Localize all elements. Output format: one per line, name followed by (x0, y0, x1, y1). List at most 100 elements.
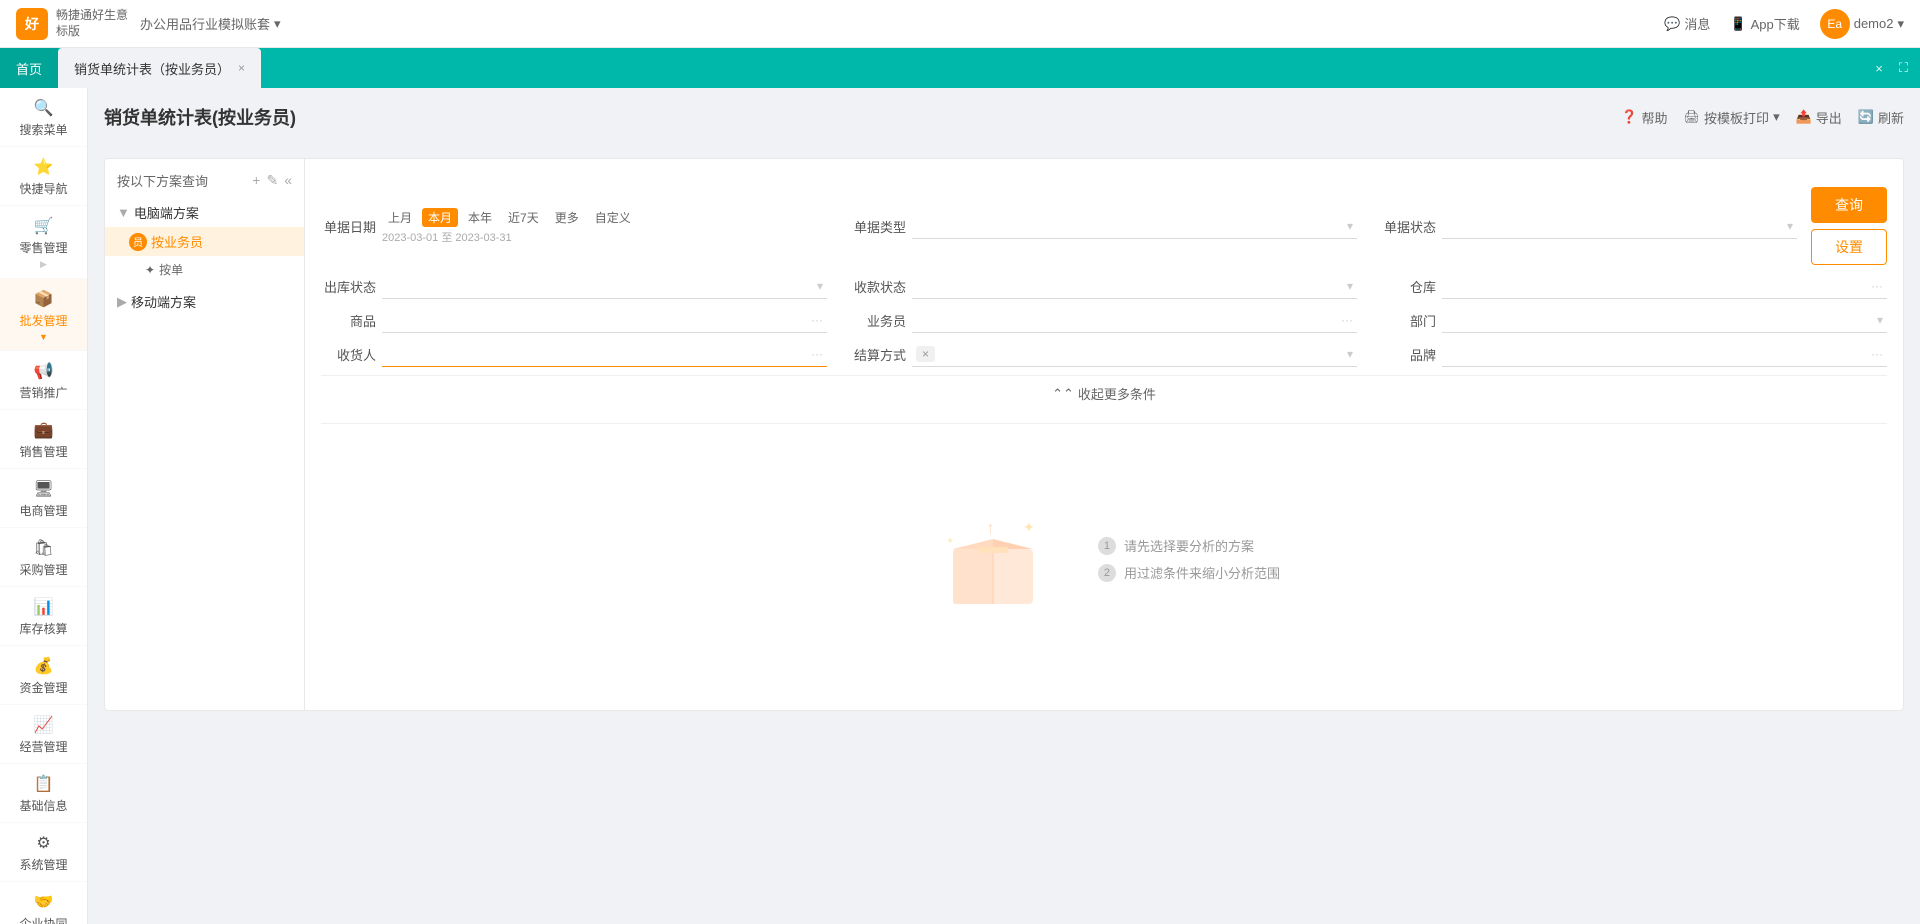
consignee-label: 收货人 (321, 345, 376, 364)
sidebar-item-shortcut[interactable]: ⭐ 快捷导航 (0, 147, 87, 206)
sidebar-item-wholesale[interactable]: 📦 批发管理 ▼ (0, 279, 87, 351)
filter-row-1: 单据日期 上月 本月 本年 近7天 更多 自定义 (321, 187, 1887, 265)
box-icon: 📦 (34, 289, 54, 309)
refresh-button[interactable]: 🔄 刷新 (1858, 108, 1904, 127)
tab-home[interactable]: 首页 (0, 48, 58, 88)
date-tab-custom[interactable]: 自定义 (589, 208, 637, 227)
date-tab-this-year[interactable]: 本年 (462, 208, 498, 227)
collapse-panel-button[interactable]: « (284, 172, 292, 189)
sidebar-item-sales[interactable]: 💼 销售管理 (0, 410, 87, 469)
schema-title: 按以下方案查询 (117, 171, 208, 190)
date-filter-cell: 单据日期 上月 本月 本年 近7天 更多 自定义 (321, 187, 827, 265)
sidebar-item-search[interactable]: 🔍 搜索菜单 (0, 88, 87, 147)
dept-chevron-icon: ▾ (1877, 313, 1883, 327)
sidebar-item-enterprise[interactable]: 🤝 企业协同 (0, 882, 87, 924)
sidebar-item-inventory[interactable]: 📊 库存核算 (0, 587, 87, 646)
svg-text:✦: ✦ (946, 536, 954, 547)
topbar-right: 💬 消息 📱 App下载 Ea demo2 ▾ (1664, 9, 1904, 39)
query-button[interactable]: 查询 (1811, 187, 1887, 223)
warehouse-dots-icon: ··· (1871, 279, 1883, 293)
print-button[interactable]: 🖨 按模板打印 ▾ (1684, 108, 1780, 127)
date-tab-this-month[interactable]: 本月 (422, 208, 458, 227)
sidebar-item-finance[interactable]: 💰 资金管理 (0, 646, 87, 705)
tip-num-2: 2 (1098, 564, 1116, 582)
page-actions: ❓ 帮助 🖨 按模板打印 ▾ 📤 导出 🔄 刷新 (1621, 108, 1904, 127)
tree-arrow-down-icon: ▼ (117, 205, 130, 220)
message-button[interactable]: 💬 消息 (1664, 14, 1710, 33)
warehouse-control[interactable]: ··· (1442, 273, 1887, 299)
brand-control[interactable]: ··· (1442, 341, 1887, 367)
user-menu[interactable]: Ea demo2 ▾ (1820, 9, 1904, 39)
sidebar-item-ecommerce[interactable]: 🖥 电商管理 (0, 469, 87, 528)
doc-type-control[interactable]: ▾ (912, 213, 1357, 239)
schema-action-icons: + ✎ « (252, 172, 292, 189)
search-icon: 🔍 (34, 98, 54, 118)
salesperson-schema-icon: 员 (129, 233, 147, 251)
topbar-left: 好 畅捷通好生意 标版 办公用品行业模拟账套 ▾ (16, 8, 281, 40)
schema-group-desktop: ▼ 电脑端方案 员 按业务员 ✦ 按单 (105, 198, 304, 283)
product-label: 商品 (321, 311, 376, 330)
app-download-button[interactable]: 📱 App下载 (1730, 14, 1799, 33)
help-button[interactable]: ❓ 帮助 (1621, 108, 1667, 127)
add-schema-button[interactable]: + (252, 172, 260, 189)
empty-illustration: ✦ ✦ ↑ (928, 504, 1058, 614)
sidebar-item-purchase[interactable]: 🛍 采购管理 (0, 528, 87, 587)
sidebar-item-system[interactable]: ⚙ 系统管理 (0, 823, 87, 882)
nav-sidebar: 🔍 搜索菜单 ⭐ 快捷导航 🛒 零售管理 ▶ 📦 批发管理 ▼ 📢 营销推广 💼… (0, 88, 88, 924)
export-button[interactable]: 📤 导出 (1796, 108, 1842, 127)
date-tabs-row: 上月 本月 本年 近7天 更多 自定义 (382, 208, 827, 227)
tab-close-window-icon[interactable]: × (1875, 61, 1883, 76)
settings-button[interactable]: 设置 (1811, 229, 1887, 265)
app-dropdown[interactable]: 办公用品行业模拟账套 ▾ (140, 14, 281, 33)
chevron-right-icon: ▶ (40, 259, 47, 270)
filter-row-3: 商品 ··· 业务员 (321, 307, 1887, 333)
schema-group-desktop-header[interactable]: ▼ 电脑端方案 (105, 198, 304, 227)
collapse-area: ⌃⌃ 收起更多条件 (321, 375, 1887, 411)
doc-type-label: 单据类型 (851, 217, 906, 236)
logo-icon: 好 (16, 8, 48, 40)
dept-control[interactable]: ▾ (1442, 307, 1887, 333)
logo-text: 畅捷通好生意 标版 (56, 8, 128, 39)
settlement-tag-close-icon[interactable]: × (922, 347, 929, 361)
tab-active[interactable]: 销货单统计表（按业务员） × (58, 48, 261, 88)
chevron-down-icon: ▼ (39, 332, 48, 342)
schema-item-by-order[interactable]: ✦ 按单 (105, 256, 304, 283)
money-icon: 💰 (34, 656, 54, 676)
settlement-control[interactable]: × ▾ (912, 341, 1357, 367)
sidebar-item-retail[interactable]: 🛒 零售管理 ▶ (0, 206, 87, 279)
content-wrapper: 销货单统计表(按业务员) ❓ 帮助 🖨 按模板打印 ▾ 📤 导出 (88, 88, 1920, 924)
schema-group-mobile-header[interactable]: ▶ 移动端方案 (105, 287, 304, 316)
product-control[interactable]: ··· (382, 307, 827, 333)
date-tab-last-month[interactable]: 上月 (382, 208, 418, 227)
out-status-control[interactable]: ▾ (382, 273, 827, 299)
warehouse-filter-cell: 仓库 ··· (1381, 273, 1887, 299)
tab-close-icon[interactable]: × (238, 61, 245, 75)
tab-fullscreen-icon[interactable]: ⛶ (1899, 60, 1908, 76)
sidebar-item-operation[interactable]: 📈 经营管理 (0, 705, 87, 764)
salesperson-control[interactable]: ··· (912, 307, 1357, 333)
chevron-down-icon: ▾ (1897, 16, 1904, 32)
date-tab-7days[interactable]: 近7天 (502, 208, 545, 227)
doc-status-control[interactable]: ▾ (1442, 213, 1797, 239)
settlement-filter-cell: 结算方式 × ▾ (851, 341, 1357, 367)
megaphone-icon: 📢 (34, 361, 54, 381)
settlement-label: 结算方式 (851, 345, 906, 364)
product-dots-icon: ··· (811, 313, 823, 327)
date-tab-more[interactable]: 更多 (549, 208, 585, 227)
salesperson-label: 业务员 (851, 311, 906, 330)
receive-status-control[interactable]: ▾ (912, 273, 1357, 299)
collapse-button[interactable]: ⌃⌃ 收起更多条件 (1052, 384, 1156, 403)
brand-filter-cell: 品牌 ··· (1381, 341, 1887, 367)
edit-schema-button[interactable]: ✎ (266, 172, 278, 189)
sidebar-item-marketing[interactable]: 📢 营销推广 (0, 351, 87, 410)
schema-item-by-salesperson[interactable]: 员 按业务员 (105, 227, 304, 256)
schema-group-mobile: ▶ 移动端方案 (105, 287, 304, 316)
out-status-label: 出库状态 (321, 277, 376, 296)
salesperson-filter-cell: 业务员 ··· (851, 307, 1357, 333)
consignee-control[interactable]: ··· (382, 341, 827, 367)
left-column: 按以下方案查询 + ✎ « ▼ 电脑端方案 (105, 159, 305, 710)
main-card: 按以下方案查询 + ✎ « ▼ 电脑端方案 (104, 158, 1904, 711)
download-icon: 📱 (1730, 16, 1746, 32)
sidebar-item-basic[interactable]: 📋 基础信息 (0, 764, 87, 823)
consignee-dots-icon: ··· (811, 347, 823, 361)
